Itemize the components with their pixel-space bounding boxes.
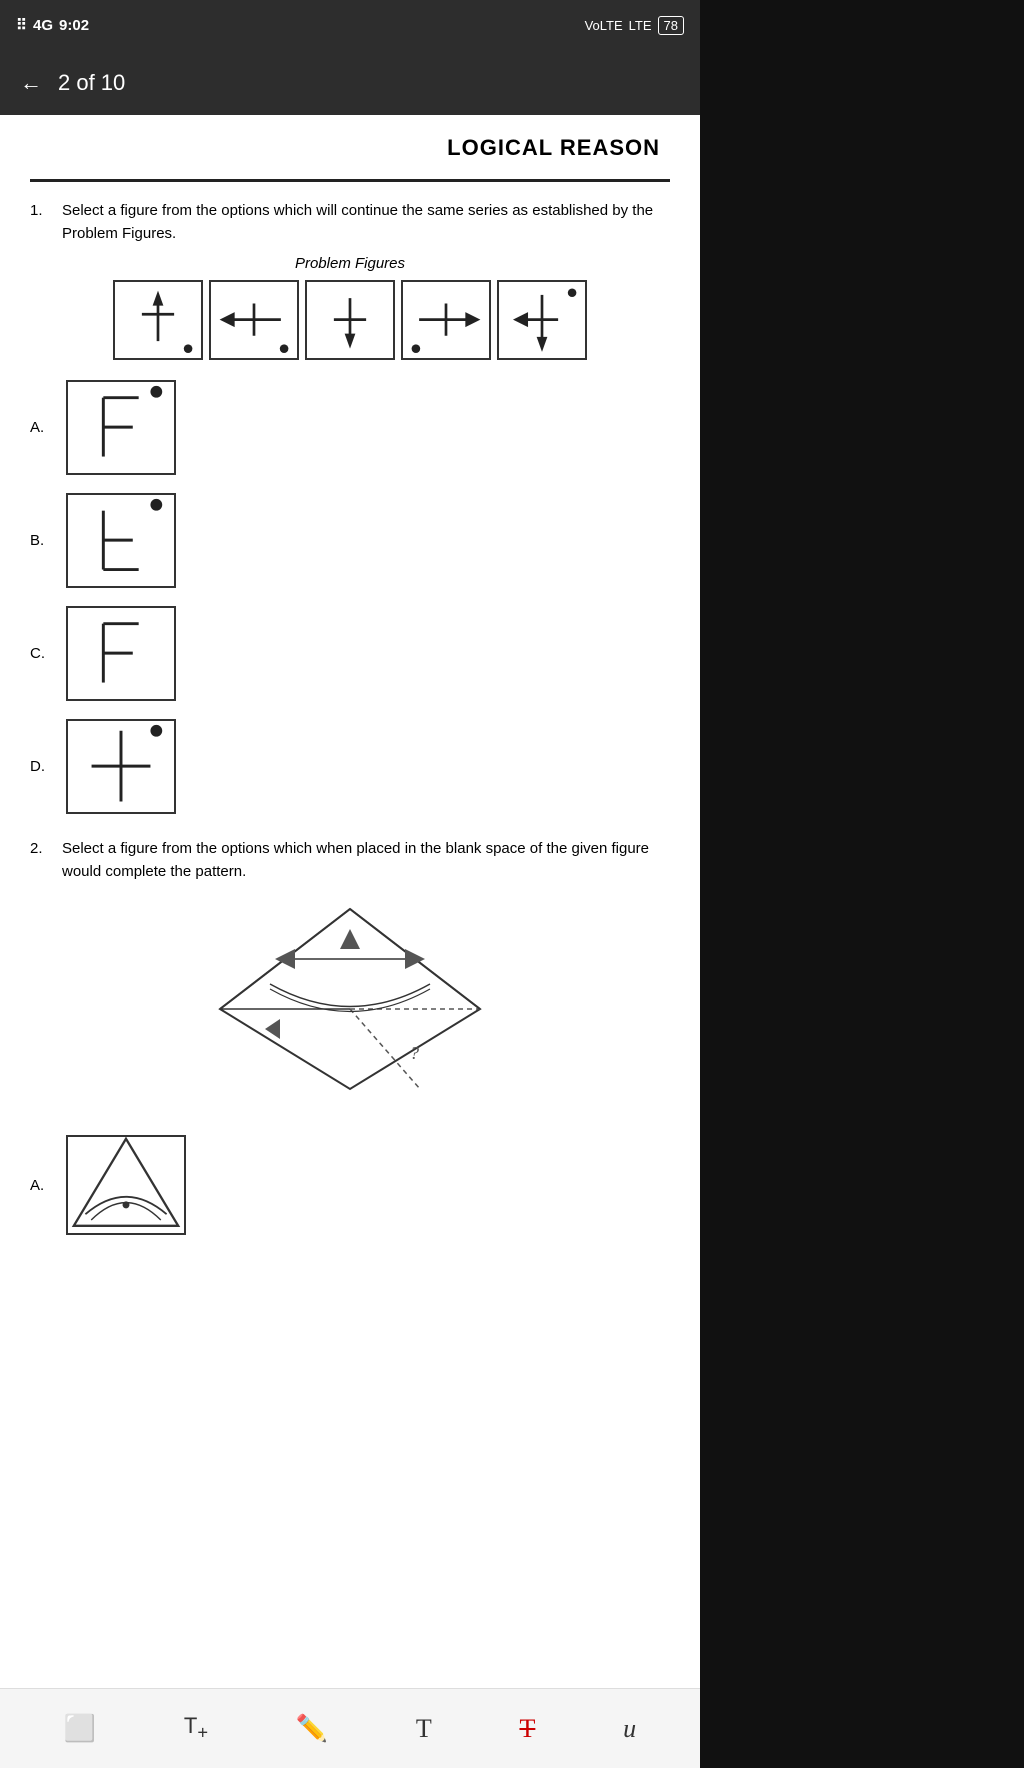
answer-option-d[interactable]: D. [30,719,670,814]
text-add-icon: T+ [184,1715,208,1742]
option-c-svg [68,606,174,700]
nav-bar: ← 2 of 10 [0,50,700,115]
toolbar-strikethrough-btn[interactable]: T [519,1716,535,1742]
toolbar-underline-btn[interactable]: u [623,1716,636,1742]
right-panel [700,0,1024,1768]
q2-option-a-box[interactable] [66,1135,186,1235]
question-1-text: Select a figure from the options which w… [62,200,670,245]
carrier: VoLTE [585,18,623,33]
q2-option-a-svg [68,1133,184,1237]
strikethrough-icon: T [519,1716,535,1742]
q2-answer-option-a[interactable]: A. [30,1135,670,1235]
question-1-number: 1. [30,202,52,219]
copy-icon: ⬜ [64,1716,96,1742]
status-bar: ⠿ 4G 9:02 VoLTE LTE 78 [0,0,700,50]
option-a-box[interactable] [66,380,176,475]
option-c-label: C. [30,645,50,662]
option-a-svg [68,380,174,474]
question-2-row: 2. Select a figure from the options whic… [30,838,670,883]
status-left: ⠿ 4G 9:02 [16,16,89,34]
answer-option-c[interactable]: C. [30,606,670,701]
problem-figure-1-svg [115,282,201,357]
q2-figure: ? [30,899,670,1119]
question-2-section: 2. Select a figure from the options whic… [30,838,670,1235]
toolbar-text-btn[interactable]: T [416,1716,432,1742]
toolbar-text-add-btn[interactable]: T+ [184,1715,208,1742]
problem-figure-5 [497,280,587,360]
answer-option-a[interactable]: A. [30,380,670,475]
q2-option-a-label: A. [30,1177,50,1194]
option-b-box[interactable] [66,493,176,588]
main-content: LOGICAL REASON 1. Select a figure from t… [0,115,700,1715]
option-d-box[interactable] [66,719,176,814]
problem-figure-1 [113,280,203,360]
option-c-box[interactable] [66,606,176,701]
text-icon: T [416,1716,432,1742]
problem-figure-4 [401,280,491,360]
option-d-label: D. [30,758,50,775]
signal-type: 4G [33,17,53,34]
back-button[interactable]: ← [20,70,42,96]
question-2-number: 2. [30,840,52,857]
battery: 78 [658,16,684,35]
answer-option-b[interactable]: B. [30,493,670,588]
status-right: VoLTE LTE 78 [585,16,684,35]
toolbar-copy-btn[interactable]: ⬜ [64,1716,96,1742]
option-a-label: A. [30,419,50,436]
signal-icon: ⠿ [16,16,27,34]
option-b-label: B. [30,532,50,549]
problem-figure-2 [209,280,299,360]
question-2-text: Select a figure from the options which w… [62,838,670,883]
draw-icon: ✏️ [296,1716,328,1742]
question-1-section: 1. Select a figure from the options whic… [30,200,670,814]
bottom-toolbar: ⬜ T+ ✏️ T T u [0,1688,700,1768]
problem-figure-3 [305,280,395,360]
option-d-svg [68,719,174,813]
question-1-row: 1. Select a figure from the options whic… [30,200,670,245]
svg-text:?: ? [410,1043,419,1063]
header-line [30,179,670,182]
problem-figure-5-svg [499,282,585,357]
option-b-svg [68,493,174,587]
page-header: LOGICAL REASON [30,135,670,161]
time: 9:02 [59,17,89,34]
network: LTE [629,18,652,33]
problem-figures-label: Problem Figures [30,255,670,272]
problem-figures-row [30,280,670,360]
q2-main-svg: ? [190,899,510,1119]
toolbar-draw-btn[interactable]: ✏️ [296,1716,328,1742]
nav-title: 2 of 10 [58,70,125,96]
problem-figure-4-svg [403,282,489,357]
underline-icon: u [623,1716,636,1742]
problem-figure-3-svg [307,282,393,357]
problem-figure-2-svg [211,282,297,357]
